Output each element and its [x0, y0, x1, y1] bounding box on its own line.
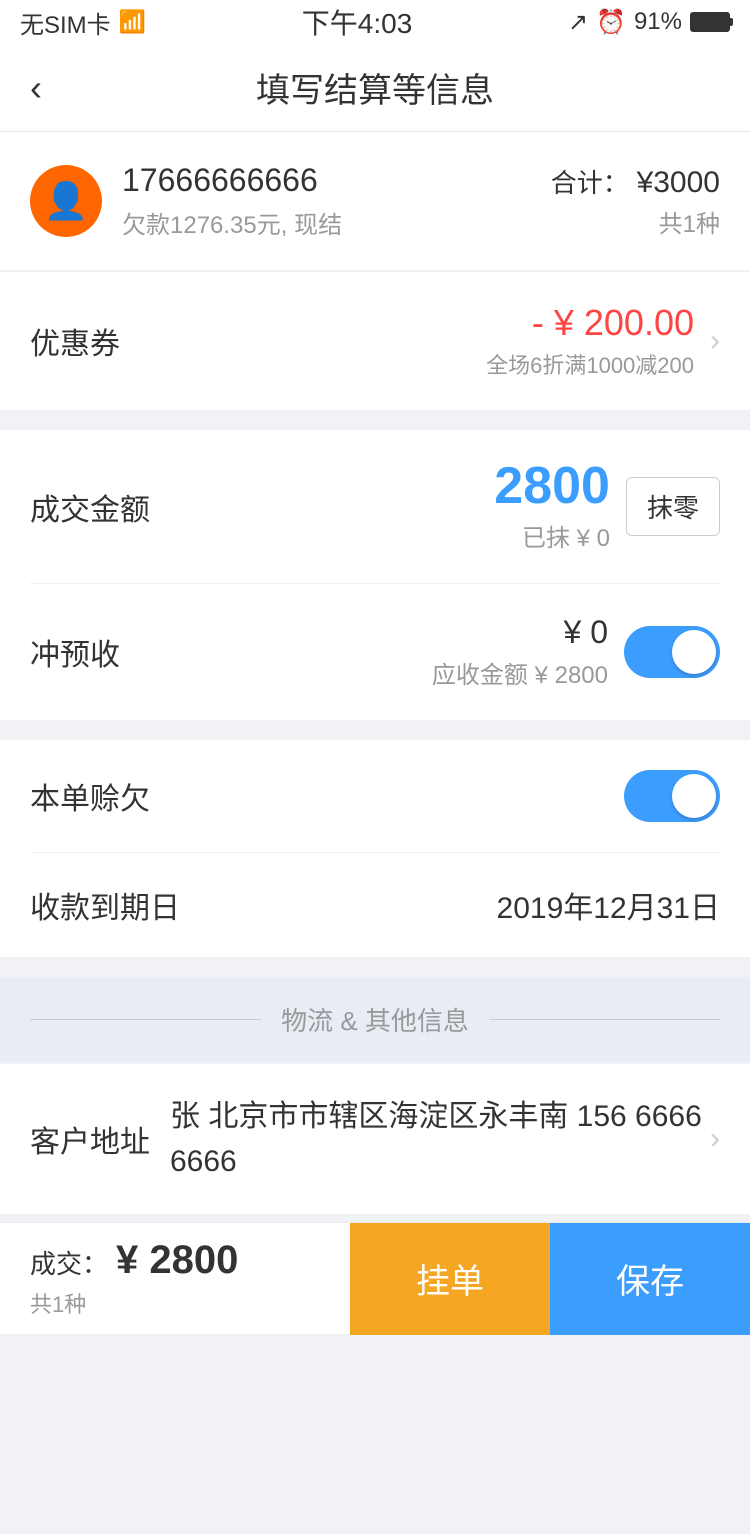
coupon-section: 优惠券 - ¥ 200.00 全场6折满1000减200 ›	[0, 272, 750, 410]
prepay-amount: ¥ 0	[432, 614, 608, 651]
toggle-knob	[672, 630, 716, 674]
deal-amount-sub: 已抹 ¥ 0	[494, 518, 610, 553]
prepay-right: ¥ 0 应收金额 ¥ 2800	[120, 614, 720, 690]
battery-text: 91%	[634, 8, 682, 36]
battery-icon	[690, 12, 730, 32]
save-button[interactable]: 保存	[550, 1223, 750, 1335]
due-date-value: 2019年12月31日	[497, 883, 720, 927]
bottom-summary: 成交： ¥ 2800 共1种	[0, 1238, 350, 1319]
debt-section: 本单赊欠 收款到期日 2019年12月31日	[0, 740, 750, 957]
prepay-value-block: ¥ 0 应收金额 ¥ 2800	[432, 614, 608, 690]
bottom-label-row: 成交： ¥ 2800	[30, 1238, 320, 1283]
logistics-line-left	[30, 1019, 261, 1020]
coupon-right: - ¥ 200.00 全场6折满1000减200 ›	[120, 302, 720, 380]
debt-toggle-knob	[672, 774, 716, 818]
bottom-bar: 成交： ¥ 2800 共1种 挂单 保存	[0, 1222, 750, 1334]
due-date-row: 收款到期日 2019年12月31日	[30, 853, 720, 957]
debt-toggle[interactable]	[624, 770, 720, 822]
customer-debt: 欠款1276.35元, 现结	[122, 205, 342, 240]
back-button[interactable]: ‹	[30, 70, 42, 106]
customer-total: 合计： ¥3000 共1种	[551, 163, 720, 239]
avatar-icon: 👤	[44, 180, 89, 222]
customer-card: 👤 17666666666 欠款1276.35元, 现结 合计： ¥3000 共…	[0, 132, 750, 270]
coupon-desc: 全场6折满1000减200	[486, 348, 694, 380]
address-value: 张 北京市市辖区海淀区永丰南 156 6666 6666	[170, 1094, 710, 1184]
coupon-value: - ¥ 200.00 全场6折满1000减200	[486, 302, 694, 380]
amount-section: 成交金额 2800 已抹 ¥ 0 抹零 冲预收 ¥ 0 应收金额 ¥ 2800	[0, 430, 750, 720]
section-gap-1	[0, 410, 750, 430]
round-off-button[interactable]: 抹零	[626, 477, 720, 536]
page-title: 填写结算等信息	[256, 63, 494, 112]
deal-amount-right: 2800 已抹 ¥ 0 抹零	[150, 460, 720, 553]
carrier-text: 无SIM卡	[20, 5, 111, 40]
logistics-section-header: 物流 & 其他信息	[0, 977, 750, 1062]
alarm-icon: ⏰	[596, 8, 626, 37]
logistics-line-right	[489, 1019, 720, 1020]
customer-left: 👤 17666666666 欠款1276.35元, 现结	[30, 162, 342, 240]
address-label: 客户地址	[30, 1117, 150, 1161]
address-chevron-icon: ›	[710, 1122, 720, 1156]
coupon-row[interactable]: 优惠券 - ¥ 200.00 全场6折满1000减200 ›	[30, 272, 720, 410]
prepay-row: 冲预收 ¥ 0 应收金额 ¥ 2800	[30, 584, 720, 720]
deal-amount-value: 2800	[494, 460, 610, 512]
coupon-discount: - ¥ 200.00	[486, 302, 694, 344]
nav-bar: ‹ 填写结算等信息	[0, 44, 750, 132]
address-row[interactable]: 客户地址 张 北京市市辖区海淀区永丰南 156 6666 6666 ›	[0, 1064, 750, 1214]
bottom-summary-amount: ¥ 2800	[116, 1238, 238, 1283]
section-gap-2	[0, 720, 750, 740]
pending-button[interactable]: 挂单	[350, 1223, 550, 1335]
debt-row: 本单赊欠	[30, 740, 720, 853]
location-icon: ↗	[568, 8, 588, 37]
prepay-label: 冲预收	[30, 630, 120, 674]
bottom-summary-count: 共1种	[30, 1287, 320, 1319]
status-right: ↗ ⏰ 91%	[568, 8, 730, 37]
bottom-summary-label: 成交：	[30, 1244, 108, 1281]
prepay-receivable: 应收金额 ¥ 2800	[432, 655, 608, 690]
customer-info: 17666666666 欠款1276.35元, 现结	[122, 162, 342, 240]
status-left: 无SIM卡 📶	[20, 5, 146, 40]
deal-amount-value-block: 2800 已抹 ¥ 0	[494, 460, 610, 553]
deal-amount-row: 成交金额 2800 已抹 ¥ 0 抹零	[30, 430, 720, 584]
debt-right	[150, 770, 720, 822]
deal-amount-label: 成交金额	[30, 485, 150, 529]
chevron-right-icon: ›	[710, 324, 720, 358]
item-count: 共1种	[551, 204, 720, 239]
status-bar: 无SIM卡 📶 下午4:03 ↗ ⏰ 91%	[0, 0, 750, 44]
customer-phone: 17666666666	[122, 162, 342, 199]
coupon-label: 优惠券	[30, 319, 120, 363]
total-amount: ¥3000	[637, 166, 720, 199]
logistics-title: 物流 & 其他信息	[281, 1001, 469, 1038]
status-time: 下午4:03	[302, 2, 413, 42]
wifi-icon: 📶	[119, 9, 146, 35]
avatar: 👤	[30, 165, 102, 237]
total-label: 合计：	[551, 168, 629, 198]
prepay-toggle[interactable]	[624, 626, 720, 678]
debt-label: 本单赊欠	[30, 774, 150, 818]
due-date-label: 收款到期日	[30, 883, 180, 927]
